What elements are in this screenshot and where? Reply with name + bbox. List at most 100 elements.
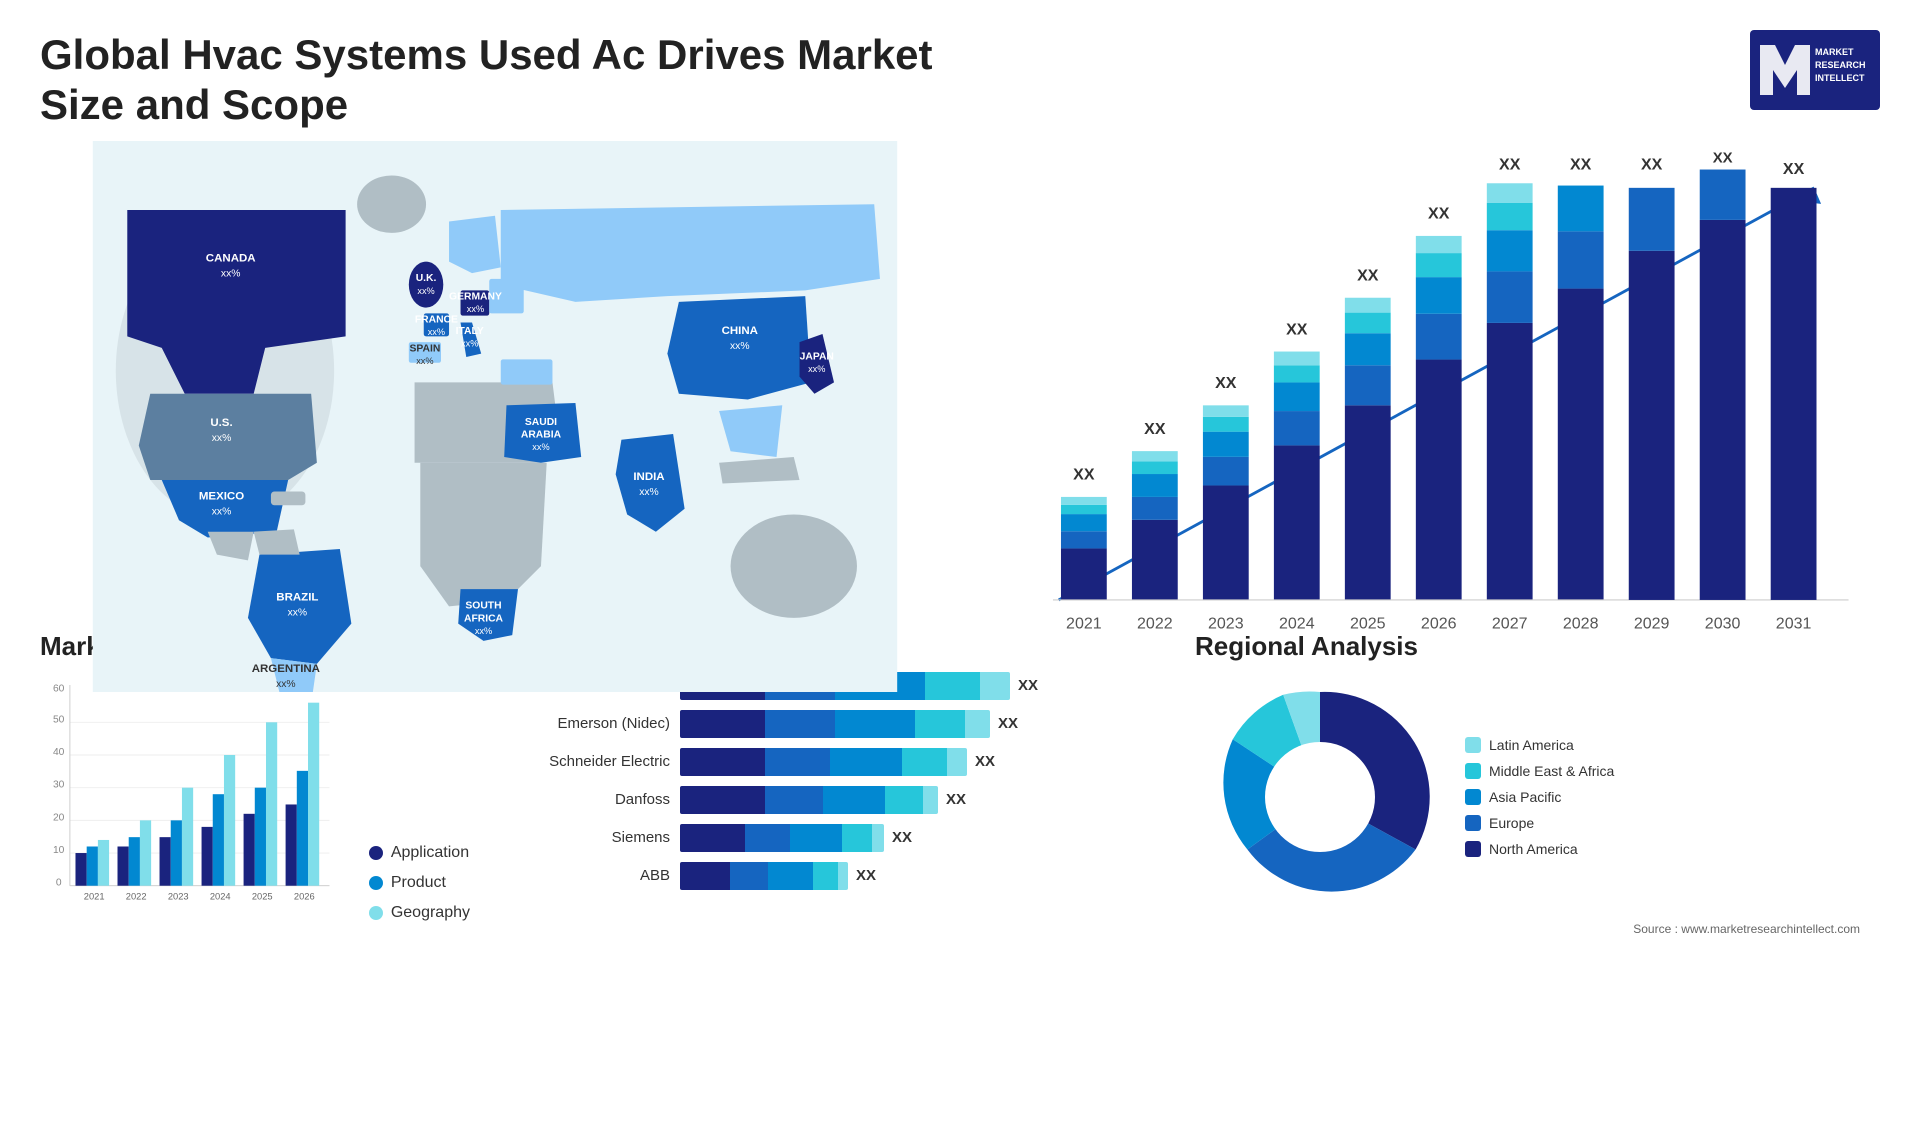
legend-application: Application bbox=[369, 844, 470, 862]
svg-text:2021: 2021 bbox=[1066, 614, 1102, 632]
svg-text:BRAZIL: BRAZIL bbox=[276, 591, 318, 603]
source-text: Source : www.marketresearchintellect.com bbox=[1195, 922, 1880, 936]
svg-text:XX: XX bbox=[1428, 205, 1450, 223]
svg-text:2025: 2025 bbox=[1350, 614, 1386, 632]
svg-text:xx%: xx% bbox=[417, 286, 434, 296]
player-name-abb: ABB bbox=[490, 867, 670, 884]
svg-text:ITALY: ITALY bbox=[456, 326, 484, 337]
player-name-danfoss: Danfoss bbox=[490, 791, 670, 808]
svg-text:50: 50 bbox=[53, 714, 65, 725]
player-xx-danfoss: XX bbox=[946, 791, 966, 808]
player-xx-schneider: XX bbox=[975, 753, 995, 770]
reg-color-latin bbox=[1465, 737, 1481, 753]
svg-text:FRANCE: FRANCE bbox=[415, 314, 458, 325]
svg-text:xx%: xx% bbox=[639, 487, 659, 498]
svg-text:XX: XX bbox=[1783, 160, 1805, 178]
bar-2021-la bbox=[1061, 497, 1107, 505]
header: Global Hvac Systems Used Ac Drives Marke… bbox=[0, 0, 1920, 141]
svg-text:xx%: xx% bbox=[475, 626, 492, 636]
svg-text:XX: XX bbox=[1641, 155, 1663, 173]
svg-text:XX: XX bbox=[1215, 374, 1237, 392]
svg-text:CANADA: CANADA bbox=[206, 252, 256, 264]
player-name-schneider: Schneider Electric bbox=[490, 753, 670, 770]
svg-text:10: 10 bbox=[53, 845, 65, 856]
svg-text:XX: XX bbox=[1713, 151, 1733, 167]
svg-text:SPAIN: SPAIN bbox=[409, 343, 440, 354]
svg-text:2023: 2023 bbox=[168, 892, 189, 902]
svg-text:ARABIA: ARABIA bbox=[521, 429, 562, 440]
svg-text:INDIA: INDIA bbox=[633, 471, 664, 483]
svg-text:2021: 2021 bbox=[84, 892, 105, 902]
company-logo: MARKET RESEARCH INTELLECT bbox=[1750, 30, 1880, 110]
segmentation-chart: 0 10 20 30 40 50 60 bbox=[40, 672, 470, 922]
svg-text:CHINA: CHINA bbox=[722, 325, 758, 337]
player-xx-siemens: XX bbox=[892, 829, 912, 846]
legend-dot-geography bbox=[369, 906, 383, 920]
svg-text:2031: 2031 bbox=[1776, 614, 1812, 632]
svg-text:xx%: xx% bbox=[532, 442, 549, 452]
svg-text:JAPAN: JAPAN bbox=[800, 351, 834, 362]
svg-text:2025: 2025 bbox=[252, 892, 273, 902]
bar-2021-na bbox=[1061, 548, 1107, 600]
svg-text:2029: 2029 bbox=[1634, 614, 1670, 632]
player-row-siemens: Siemens XX bbox=[490, 824, 1175, 852]
donut-chart bbox=[1195, 672, 1445, 922]
reg-legend-na: North America bbox=[1465, 841, 1614, 857]
svg-text:30: 30 bbox=[53, 779, 65, 790]
reg-legend-europe: Europe bbox=[1465, 815, 1614, 831]
svg-text:AFRICA: AFRICA bbox=[464, 613, 504, 624]
world-map: CANADA xx% U.S. xx% MEXICO xx% BRAZIL xx… bbox=[40, 141, 950, 693]
svg-text:RESEARCH: RESEARCH bbox=[1815, 60, 1866, 70]
svg-text:2022: 2022 bbox=[126, 892, 147, 902]
player-bar-emerson: XX bbox=[680, 710, 1018, 738]
stacked-bar-chart: XX XX XX XX bbox=[990, 151, 1860, 683]
svg-text:xx%: xx% bbox=[730, 341, 750, 352]
svg-text:2026: 2026 bbox=[294, 892, 315, 902]
svg-text:xx%: xx% bbox=[221, 268, 241, 279]
svg-text:SOUTH: SOUTH bbox=[465, 600, 501, 611]
svg-text:xx%: xx% bbox=[212, 433, 232, 444]
player-bar-danfoss: XX bbox=[680, 786, 966, 814]
svg-text:XX: XX bbox=[1499, 155, 1521, 173]
player-xx-emerson: XX bbox=[998, 715, 1018, 732]
segmentation-legend: Application Product Geography bbox=[359, 844, 470, 922]
svg-text:40: 40 bbox=[53, 747, 65, 758]
svg-text:2027: 2027 bbox=[1492, 614, 1528, 632]
player-xx-abb: XX bbox=[856, 867, 876, 884]
svg-text:U.K.: U.K. bbox=[416, 273, 437, 284]
svg-text:MEXICO: MEXICO bbox=[199, 490, 244, 502]
legend-dot-product bbox=[369, 876, 383, 890]
player-bar-abb: XX bbox=[680, 862, 876, 890]
player-row-abb: ABB XX bbox=[490, 862, 1175, 890]
svg-text:2026: 2026 bbox=[1421, 614, 1457, 632]
world-map-section: CANADA xx% U.S. xx% MEXICO xx% BRAZIL xx… bbox=[40, 141, 950, 693]
player-name-emerson: Emerson (Nidec) bbox=[490, 715, 670, 732]
legend-product: Product bbox=[369, 874, 470, 892]
svg-text:INTELLECT: INTELLECT bbox=[1815, 73, 1865, 83]
reg-color-mea bbox=[1465, 763, 1481, 779]
reg-legend-mea: Middle East & Africa bbox=[1465, 763, 1614, 779]
reg-legend-latin: Latin America bbox=[1465, 737, 1614, 753]
player-row-schneider: Schneider Electric XX bbox=[490, 748, 1175, 776]
svg-text:xx%: xx% bbox=[428, 327, 445, 337]
svg-text:xx%: xx% bbox=[276, 679, 296, 690]
reg-color-asia bbox=[1465, 789, 1481, 805]
svg-text:ARGENTINA: ARGENTINA bbox=[252, 663, 320, 675]
logo-area: MARKET RESEARCH INTELLECT bbox=[1750, 30, 1880, 110]
player-bar-siemens: XX bbox=[680, 824, 912, 852]
svg-text:20: 20 bbox=[53, 812, 65, 823]
legend-geography: Geography bbox=[369, 904, 470, 922]
svg-text:xx%: xx% bbox=[808, 364, 825, 374]
bar-2021-ap bbox=[1061, 514, 1107, 531]
svg-text:2023: 2023 bbox=[1208, 614, 1244, 632]
reg-color-na bbox=[1465, 841, 1481, 857]
player-bar-schneider: XX bbox=[680, 748, 995, 776]
bar-chart-section: XX XX XX XX bbox=[970, 141, 1880, 693]
svg-text:XX: XX bbox=[1144, 420, 1166, 438]
svg-text:xx%: xx% bbox=[212, 506, 232, 517]
svg-text:2024: 2024 bbox=[210, 892, 231, 902]
svg-text:xx%: xx% bbox=[288, 607, 308, 618]
legend-dot-application bbox=[369, 846, 383, 860]
bar-2021-eu bbox=[1061, 531, 1107, 548]
player-name-siemens: Siemens bbox=[490, 829, 670, 846]
